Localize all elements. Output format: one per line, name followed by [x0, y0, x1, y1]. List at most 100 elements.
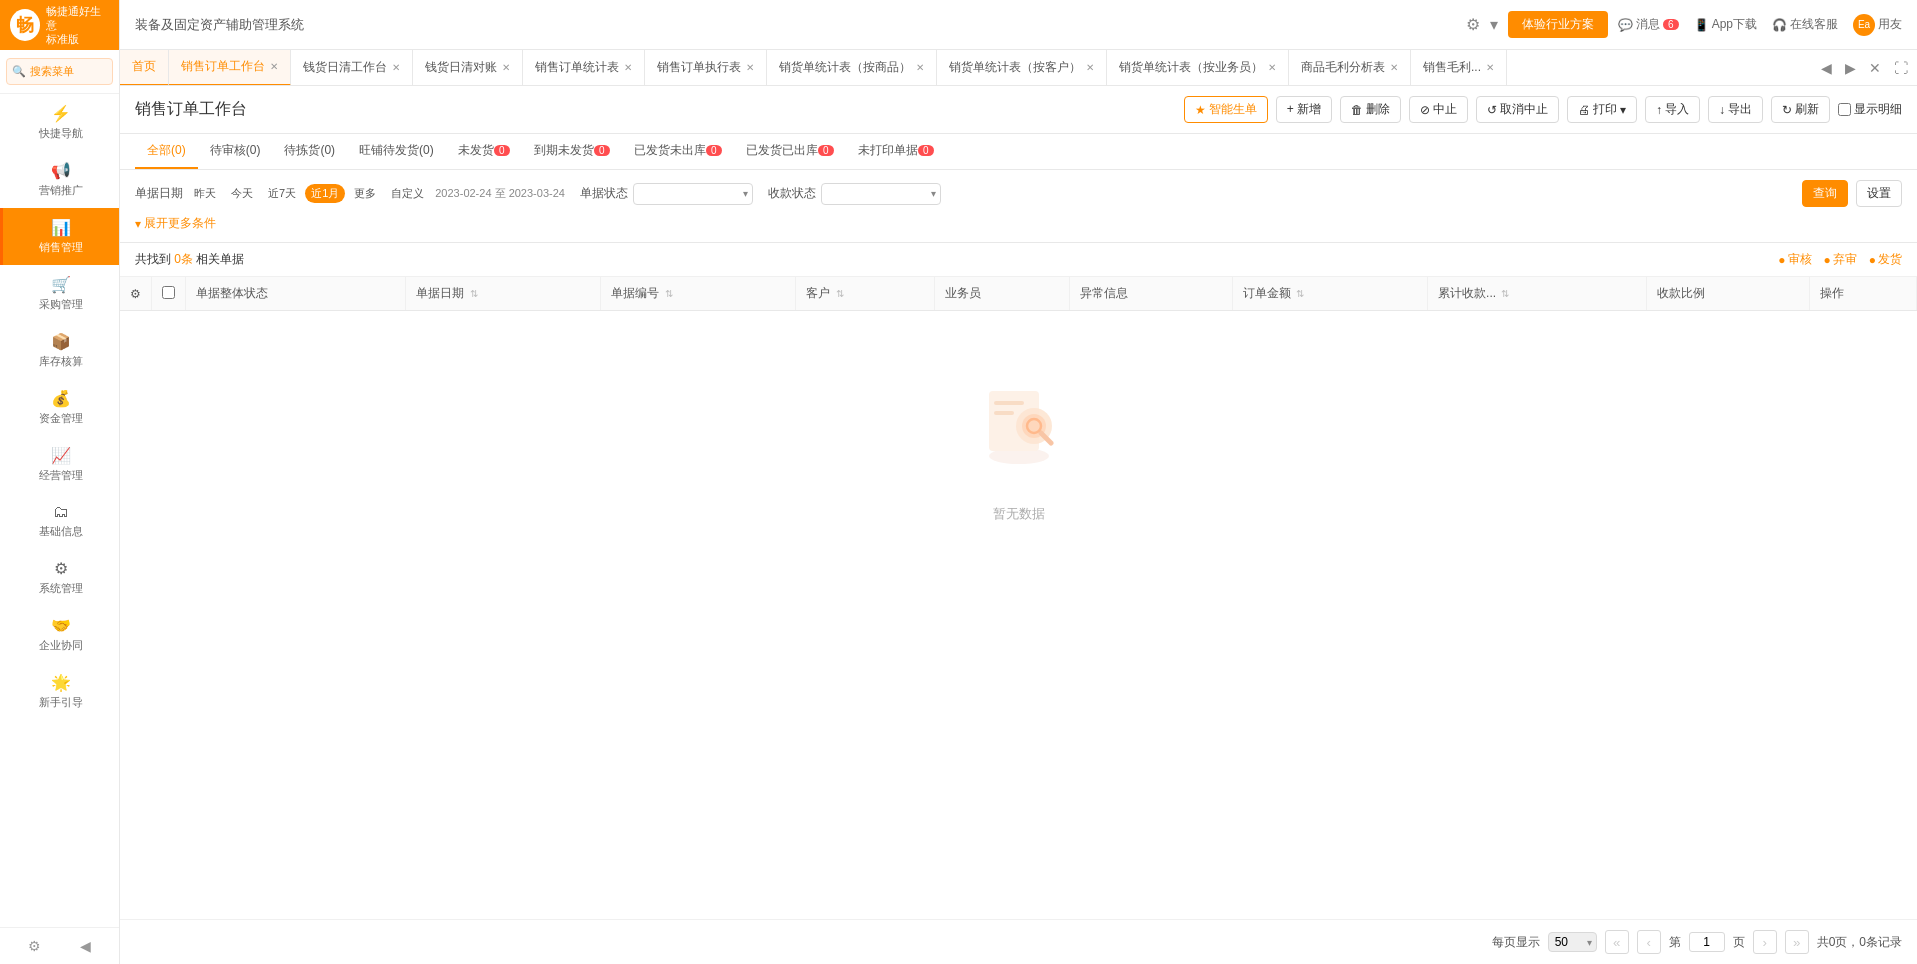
tab-sales-exec[interactable]: 销售订单执行表 ✕ — [645, 50, 767, 86]
last-page-btn[interactable]: » — [1785, 930, 1809, 954]
tab-close-sales-summary-staff[interactable]: ✕ — [1268, 62, 1276, 73]
sidebar-item-sales[interactable]: 📊 销售管理 — [0, 208, 119, 265]
sidebar-bottom: ⚙ ◀ — [0, 927, 119, 964]
page-size-select[interactable]: 20 50 100 — [1548, 932, 1597, 952]
stop-button[interactable]: ⊘ 中止 — [1409, 96, 1468, 123]
sub-tab-pending-review[interactable]: 待审核(0) — [198, 134, 273, 169]
page-body: 销售订单工作台 ★ 智能生单 + 新增 🗑 删除 ⊘ 中止 ↺ 取消中止 — [120, 86, 1917, 964]
collapse-button[interactable]: ◀ — [80, 938, 91, 954]
select-all-checkbox[interactable] — [162, 286, 175, 299]
sub-tab-shipped-not-out[interactable]: 已发货未出库0 — [622, 134, 734, 169]
tab-sales-stats[interactable]: 销售订单统计表 ✕ — [523, 50, 645, 86]
cancel-review-action-btn[interactable]: ● 弃审 — [1824, 251, 1857, 268]
tab-close-sales-more[interactable]: ✕ — [1486, 62, 1494, 73]
review-action-btn[interactable]: ● 审核 — [1778, 251, 1811, 268]
tab-sales-workbench[interactable]: 销售订单工作台 ✕ — [169, 50, 291, 86]
topbar-dropdown-icon[interactable]: ▾ — [1490, 15, 1498, 34]
tab-close-cash-reconcile[interactable]: ✕ — [502, 62, 510, 73]
mobile-icon: 📱 — [1694, 18, 1709, 32]
sidebar-item-operations[interactable]: 📈 经营管理 — [0, 436, 119, 493]
first-page-btn[interactable]: « — [1605, 930, 1629, 954]
cancel-stop-button[interactable]: ↺ 取消中止 — [1476, 96, 1559, 123]
import-button[interactable]: ↑ 导入 — [1645, 96, 1700, 123]
tab-sales-summary-product[interactable]: 销货单统计表（按商品） ✕ — [767, 50, 937, 86]
sidebar-item-enterprise[interactable]: 🤝 企业协同 — [0, 606, 119, 663]
refresh-button[interactable]: ↻ 刷新 — [1771, 96, 1830, 123]
sidebar-item-marketing[interactable]: 📢 营销推广 — [0, 151, 119, 208]
sub-tab-bar: 全部(0) 待审核(0) 待拣货(0) 旺铺待发货(0) 未发货0 到期未发货0… — [120, 134, 1917, 170]
sidebar-item-purchase[interactable]: 🛒 采购管理 — [0, 265, 119, 322]
ship-action-btn[interactable]: ● 发货 — [1869, 251, 1902, 268]
shortcut-yesterday[interactable]: 昨天 — [188, 184, 222, 203]
query-button[interactable]: 查询 — [1802, 180, 1848, 207]
tab-sales-more[interactable]: 销售毛利... ✕ — [1411, 50, 1507, 86]
tabs-maximize-btn[interactable]: ⛶ — [1890, 58, 1912, 78]
tab-close-sales-summary-product[interactable]: ✕ — [916, 62, 924, 73]
sub-tab-shipped-out[interactable]: 已发货已出库0 — [734, 134, 846, 169]
sidebar-item-system[interactable]: ⚙ 系统管理 — [0, 549, 119, 606]
show-detail-label[interactable]: 显示明细 — [1838, 101, 1902, 118]
tab-close-sales-summary-customer[interactable]: ✕ — [1086, 62, 1094, 73]
tab-home[interactable]: 首页 — [120, 50, 169, 86]
expand-filter-button[interactable]: ▾ 展开更多条件 — [135, 215, 1902, 232]
sidebar-item-base-info[interactable]: 🗂 基础信息 — [0, 493, 119, 549]
next-page-btn[interactable]: › — [1753, 930, 1777, 954]
smart-create-button[interactable]: ★ 智能生单 — [1184, 96, 1268, 123]
tab-product-margin[interactable]: 商品毛利分析表 ✕ — [1289, 50, 1411, 86]
delete-button[interactable]: 🗑 删除 — [1340, 96, 1401, 123]
col-doc-no[interactable]: 单据编号 ⇅ — [601, 277, 796, 311]
sub-tab-not-printed[interactable]: 未打印单据0 — [846, 134, 946, 169]
column-settings-icon[interactable]: ⚙ — [130, 287, 141, 301]
sub-tab-wangpu[interactable]: 旺铺待发货(0) — [347, 134, 446, 169]
tab-sales-summary-staff[interactable]: 销货单统计表（按业务员） ✕ — [1107, 50, 1289, 86]
message-button[interactable]: 💬 消息 6 — [1618, 16, 1679, 33]
sidebar-item-finance[interactable]: 💰 资金管理 — [0, 379, 119, 436]
shortcut-custom[interactable]: 自定义 — [385, 184, 430, 203]
tab-close-cash-daily[interactable]: ✕ — [392, 62, 400, 73]
col-order-amount[interactable]: 订单金额 ⇅ — [1233, 277, 1428, 311]
print-button[interactable]: 🖨 打印 ▾ — [1567, 96, 1637, 123]
col-collected[interactable]: 累计收款... ⇅ — [1428, 277, 1647, 311]
col-customer[interactable]: 客户 ⇅ — [796, 277, 934, 311]
table-scroll-container[interactable]: ⚙ 单据整体状态 单据日期 ⇅ — [120, 277, 1917, 919]
shortcut-1month[interactable]: 近1月 — [305, 184, 345, 203]
online-service-button[interactable]: 🎧 在线客服 — [1772, 16, 1838, 33]
shortcut-more[interactable]: 更多 — [348, 184, 382, 203]
tabs-close-all-btn[interactable]: ✕ — [1865, 58, 1885, 78]
prev-page-btn[interactable]: ‹ — [1637, 930, 1661, 954]
shortcut-today[interactable]: 今天 — [225, 184, 259, 203]
sub-tab-all[interactable]: 全部(0) — [135, 134, 198, 169]
shortcut-7days[interactable]: 近7天 — [262, 184, 302, 203]
status-select[interactable] — [633, 183, 753, 205]
show-detail-checkbox[interactable] — [1838, 103, 1851, 116]
industry-btn[interactable]: 体验行业方案 — [1508, 11, 1608, 38]
sidebar-item-inventory[interactable]: 📦 库存核算 — [0, 322, 119, 379]
payment-select[interactable] — [821, 183, 941, 205]
tab-close-product-margin[interactable]: ✕ — [1390, 62, 1398, 73]
settings-button[interactable]: ⚙ — [28, 938, 41, 954]
sidebar-item-guide[interactable]: 🌟 新手引导 — [0, 663, 119, 720]
filter-settings-button[interactable]: 设置 — [1856, 180, 1902, 207]
tabs-prev-btn[interactable]: ◀ — [1817, 58, 1836, 78]
sub-tab-pending-pickup[interactable]: 待拣货(0) — [272, 134, 347, 169]
tab-close-sales-stats[interactable]: ✕ — [624, 62, 632, 73]
tab-cash-daily[interactable]: 钱货日清工作台 ✕ — [291, 50, 413, 86]
tab-close-sales-exec[interactable]: ✕ — [746, 62, 754, 73]
page-number-input[interactable] — [1689, 932, 1725, 952]
base-info-icon: 🗂 — [53, 503, 69, 521]
sidebar-item-quick-nav[interactable]: ⚡ 快捷导航 — [0, 94, 119, 151]
tab-cash-reconcile[interactable]: 钱货日清对账 ✕ — [413, 50, 523, 86]
search-menu-button[interactable]: 🔍 搜索菜单 — [6, 58, 113, 85]
tab-sales-summary-customer[interactable]: 销货单统计表（按客户） ✕ — [937, 50, 1107, 86]
topbar-settings-icon[interactable]: ⚙ — [1466, 15, 1480, 34]
sub-tab-expired-not-shipped[interactable]: 到期未发货0 — [522, 134, 622, 169]
add-button[interactable]: + 新增 — [1276, 96, 1332, 123]
col-doc-date[interactable]: 单据日期 ⇅ — [406, 277, 601, 311]
sort-customer-icon: ⇅ — [836, 288, 844, 299]
export-button[interactable]: ↓ 导出 — [1708, 96, 1763, 123]
tab-close-sales-workbench[interactable]: ✕ — [270, 61, 278, 72]
app-download-button[interactable]: 📱 App下载 — [1694, 16, 1757, 33]
tabs-next-btn[interactable]: ▶ — [1841, 58, 1860, 78]
sub-tab-not-shipped[interactable]: 未发货0 — [446, 134, 522, 169]
user-button[interactable]: Ea 用友 — [1853, 14, 1902, 36]
